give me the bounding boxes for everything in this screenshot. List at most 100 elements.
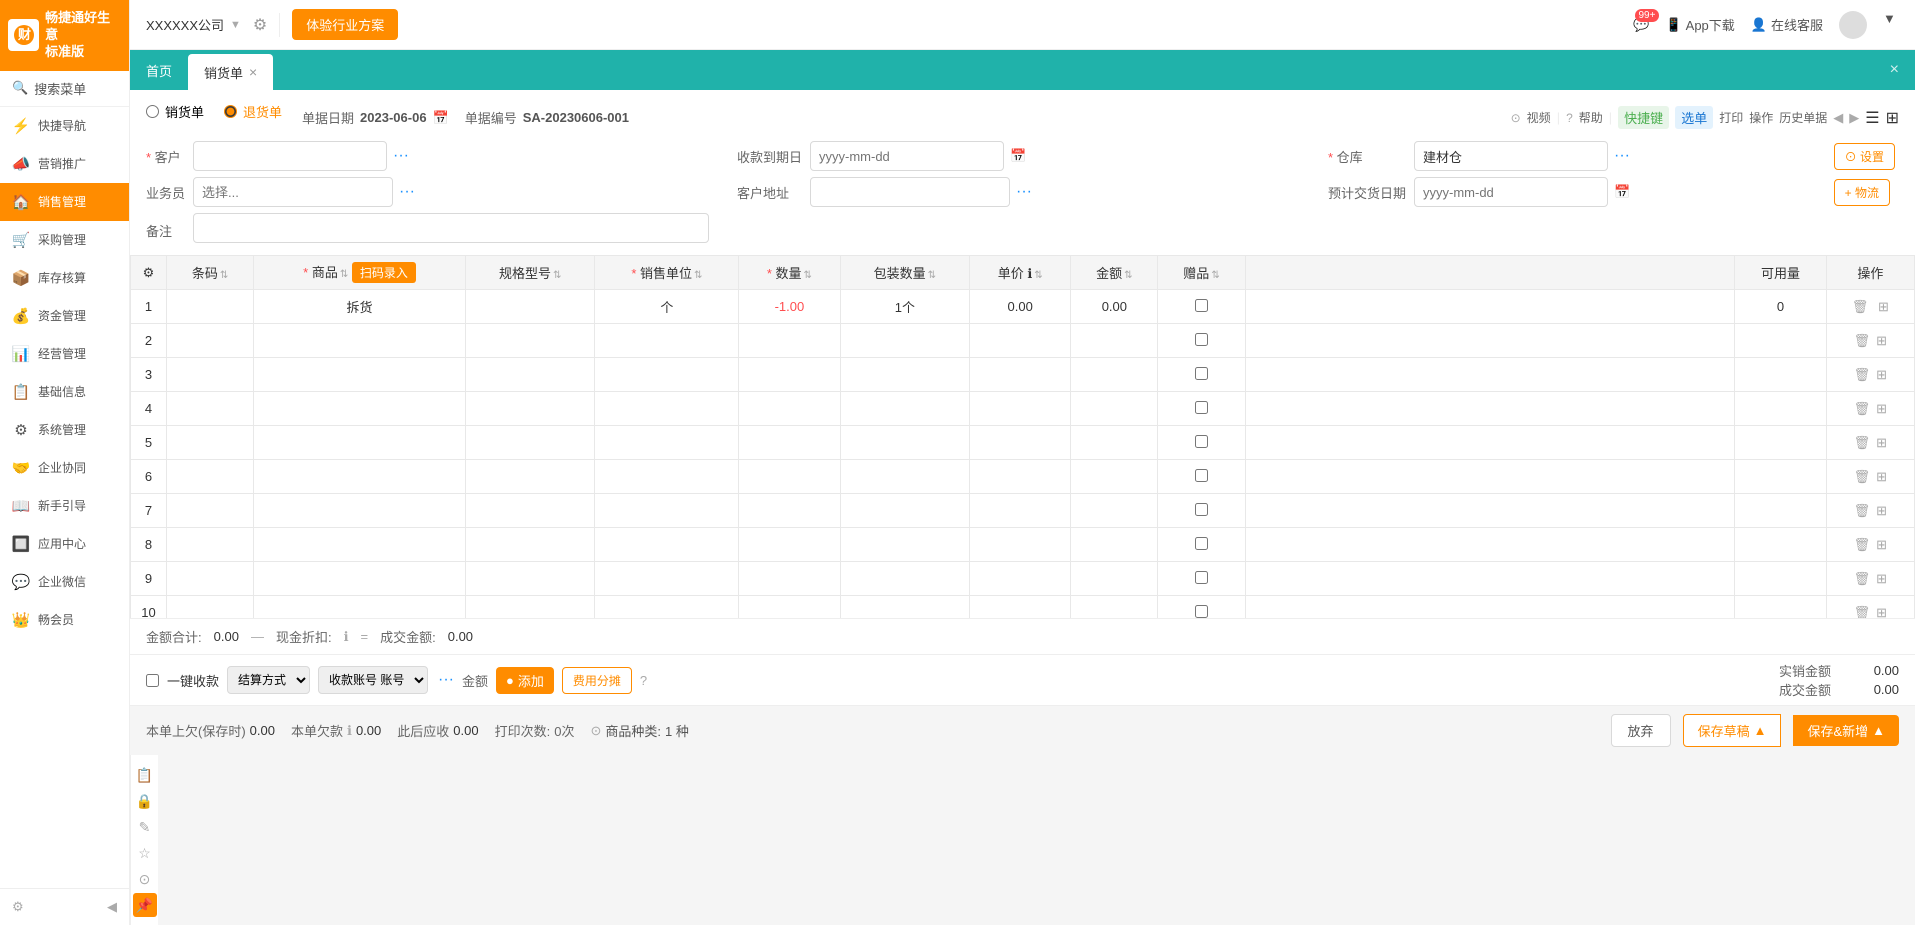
row-quantity[interactable] — [739, 562, 840, 596]
row-price[interactable] — [970, 324, 1071, 358]
sidebar-item-inventory[interactable]: 📦 库存核算 — [0, 259, 129, 297]
video-btn[interactable]: 视频 — [1527, 109, 1551, 126]
row-package[interactable] — [840, 562, 970, 596]
sidebar-item-guide[interactable]: 📖 新手引导 — [0, 487, 129, 525]
row-gift[interactable] — [1158, 562, 1245, 596]
row-unit[interactable] — [595, 426, 739, 460]
row-amount[interactable] — [1071, 494, 1158, 528]
row-price[interactable] — [970, 426, 1071, 460]
search-menu[interactable]: 🔍 搜索菜单 — [0, 71, 129, 107]
sidebar-item-base-info[interactable]: 📋 基础信息 — [0, 373, 129, 411]
row-unit[interactable] — [595, 562, 739, 596]
row-product[interactable] — [254, 596, 466, 619]
row-unit[interactable] — [595, 392, 739, 426]
row-spec[interactable] — [465, 324, 595, 358]
row-quantity[interactable] — [739, 426, 840, 460]
row-package[interactable] — [840, 426, 970, 460]
warehouse-input[interactable] — [1414, 141, 1608, 171]
sidebar-item-member[interactable]: 👑 畅会员 — [0, 601, 129, 639]
row-product[interactable] — [254, 460, 466, 494]
row-package[interactable] — [840, 596, 970, 619]
row-spec[interactable] — [465, 562, 595, 596]
row-price[interactable] — [970, 392, 1071, 426]
row-amount[interactable] — [1071, 596, 1158, 619]
app-download-link[interactable]: 📱 App下载 — [1665, 15, 1734, 34]
row-spec[interactable] — [465, 392, 595, 426]
row-unit[interactable] — [595, 494, 739, 528]
row-quantity[interactable] — [739, 528, 840, 562]
row-quantity[interactable] — [739, 324, 840, 358]
row-barcode[interactable] — [167, 392, 254, 426]
row-price-1[interactable]: 0.00 — [970, 290, 1071, 324]
copy-icon[interactable]: ⊞ — [1876, 333, 1887, 348]
rp-list-icon[interactable]: 📋 — [133, 763, 157, 787]
copy-icon[interactable]: ⊞ — [1876, 503, 1887, 518]
delivery-calendar-icon[interactable]: 📅 — [1614, 184, 1630, 200]
row-spec[interactable] — [465, 528, 595, 562]
address-more-icon[interactable]: ··· — [1016, 183, 1032, 201]
gift-checkbox-1[interactable] — [1195, 299, 1208, 312]
row-barcode[interactable] — [167, 596, 254, 619]
payment-date-calendar-icon[interactable]: 📅 — [1010, 148, 1026, 164]
sidebar-item-sales[interactable]: 🏠 销售管理 — [0, 183, 129, 221]
sidebar-item-marketing[interactable]: 📣 营销推广 — [0, 145, 129, 183]
logistics-button[interactable]: + 物流 — [1834, 179, 1890, 206]
row-price[interactable] — [970, 596, 1071, 619]
next-icon[interactable]: ▶ — [1849, 110, 1859, 126]
gift-checkbox[interactable] — [1195, 605, 1208, 618]
gift-checkbox[interactable] — [1195, 571, 1208, 584]
row-spec-1[interactable] — [465, 290, 595, 324]
avatar[interactable] — [1839, 11, 1867, 39]
row-unit[interactable] — [595, 596, 739, 619]
row-gift[interactable] — [1158, 596, 1245, 619]
payment-date-input[interactable] — [810, 141, 1004, 171]
arrears-info-icon[interactable]: ℹ — [347, 723, 352, 739]
sidebar-collapse-icon[interactable]: ◀ — [107, 899, 117, 915]
operation-btn[interactable]: 操作 — [1749, 109, 1773, 126]
sidebar-item-enterprise[interactable]: 🤝 企业协同 — [0, 449, 129, 487]
sidebar-settings-icon[interactable]: ⚙ — [12, 899, 24, 915]
row-spec[interactable] — [465, 494, 595, 528]
row-barcode[interactable] — [167, 358, 254, 392]
tab-close-all[interactable]: × — [1874, 50, 1915, 90]
grid-view-icon[interactable]: ⊞ — [1886, 108, 1899, 128]
sidebar-item-wechat[interactable]: 💬 企业微信 — [0, 563, 129, 601]
row-product[interactable] — [254, 358, 466, 392]
row-barcode[interactable] — [167, 426, 254, 460]
row-barcode[interactable] — [167, 528, 254, 562]
list-view-icon[interactable]: ☰ — [1865, 108, 1879, 128]
rp-edit-icon[interactable]: ✎ — [133, 815, 157, 839]
row-gift[interactable] — [1158, 392, 1245, 426]
copy-icon[interactable]: ⊞ — [1876, 469, 1887, 484]
radio-sales-input[interactable] — [146, 105, 159, 118]
row-quantity[interactable] — [739, 392, 840, 426]
tab-sales-order[interactable]: 销货单 × — [188, 54, 273, 90]
row-quantity[interactable] — [739, 460, 840, 494]
add-payment-button[interactable]: ● 添加 — [496, 667, 554, 694]
row-barcode[interactable] — [167, 494, 254, 528]
delete-icon[interactable]: 🗑 — [1854, 435, 1871, 450]
prev-icon[interactable]: ◀ — [1833, 110, 1843, 126]
row-gift[interactable] — [1158, 426, 1245, 460]
scan-button[interactable]: 扫码录入 — [352, 262, 416, 283]
row-amount[interactable] — [1071, 358, 1158, 392]
customer-more-icon[interactable]: ··· — [393, 147, 409, 165]
row-gift[interactable] — [1158, 528, 1245, 562]
row-unit[interactable] — [595, 324, 739, 358]
copy-icon[interactable]: ⊞ — [1876, 605, 1887, 619]
delete-icon[interactable]: 🗑 — [1854, 537, 1871, 552]
sidebar-item-system[interactable]: ⚙ 系统管理 — [0, 411, 129, 449]
abandon-button[interactable]: 放弃 — [1611, 714, 1671, 747]
row-quantity[interactable] — [739, 494, 840, 528]
radio-return[interactable]: 退货单 — [224, 102, 282, 121]
company-selector[interactable]: XXXXXX公司 ▼ — [146, 15, 241, 34]
sidebar-item-operations[interactable]: 📊 经营管理 — [0, 335, 129, 373]
col-settings[interactable]: ⚙ — [131, 256, 167, 290]
delete-icon[interactable]: 🗑 — [1854, 571, 1871, 586]
gift-checkbox[interactable] — [1195, 435, 1208, 448]
discount-info-icon[interactable]: ℹ — [344, 629, 349, 645]
delete-icon[interactable]: 🗑 — [1854, 367, 1871, 382]
payment-account-select[interactable]: 收款账号 账号 — [318, 666, 428, 694]
notes-input[interactable] — [193, 213, 709, 243]
row-unit[interactable] — [595, 358, 739, 392]
